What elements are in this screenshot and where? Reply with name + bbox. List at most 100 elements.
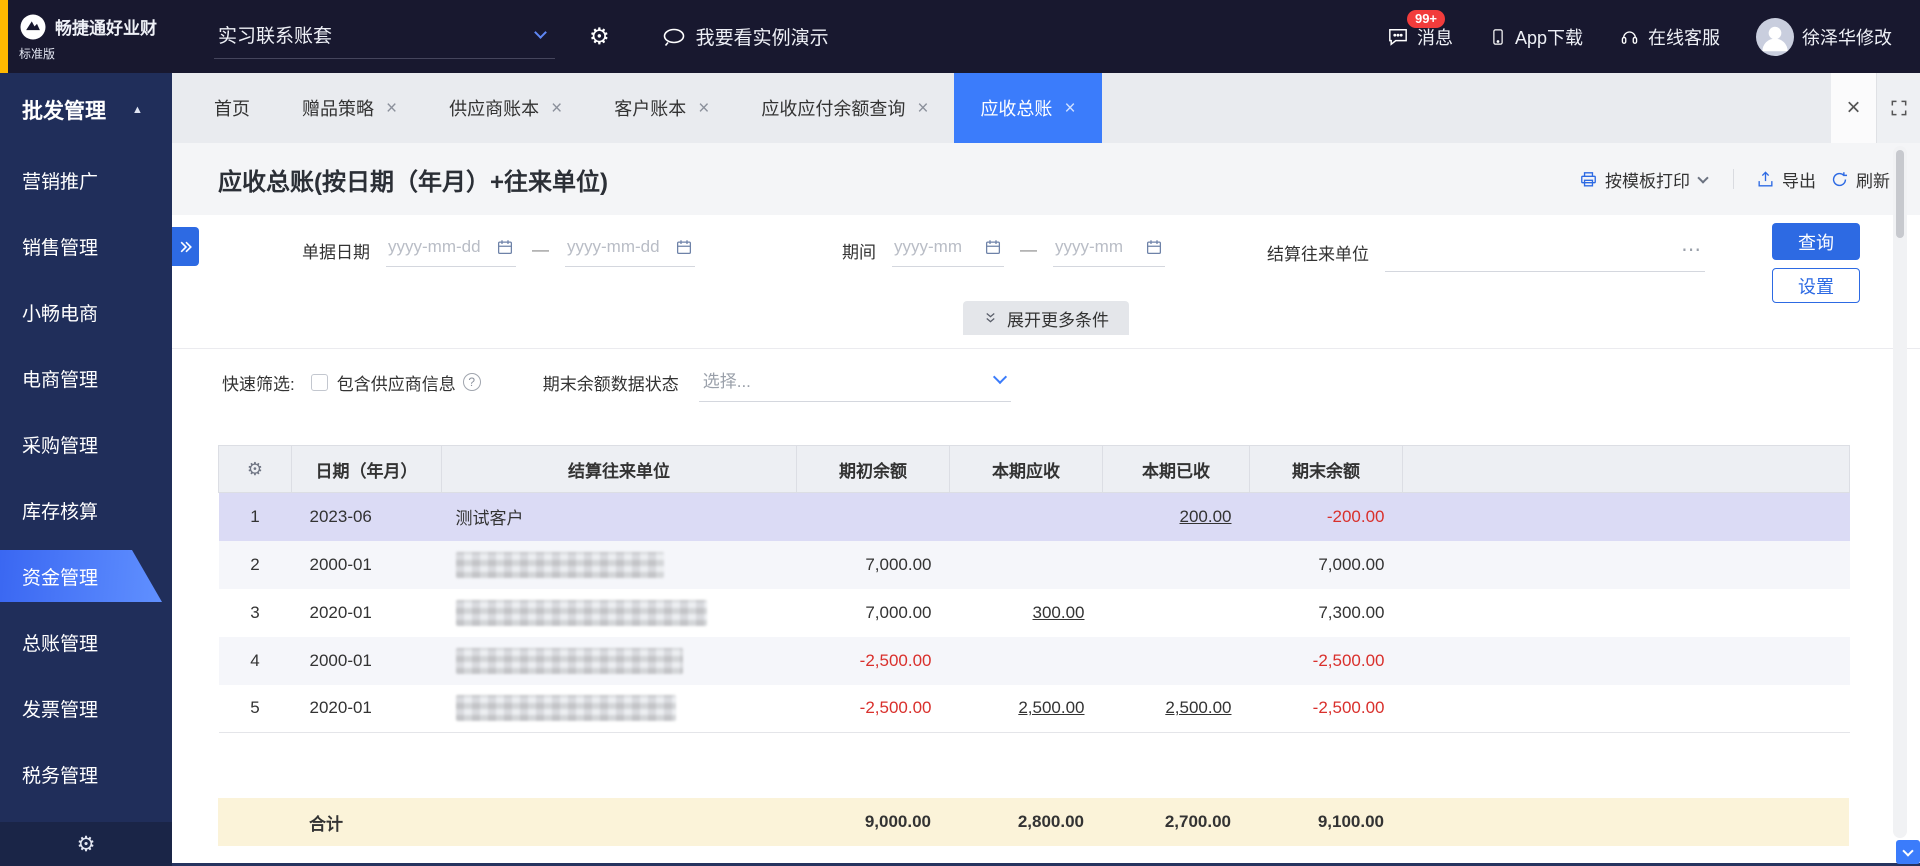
maximize-icon[interactable] (1876, 73, 1920, 143)
close-tab-button[interactable]: × (1831, 73, 1876, 143)
brand-name: 畅捷通好业财 (55, 19, 157, 38)
messages-badge: 99+ (1406, 9, 1446, 28)
sidebar-item-inventory[interactable]: 库存核算 (0, 477, 172, 543)
toolbar-divider (1733, 169, 1734, 189)
drilldown-link[interactable]: 300.00 (1033, 603, 1085, 622)
online-service-button[interactable]: 在线客服 (1619, 24, 1720, 50)
demo-link[interactable]: 我要看实例演示 (662, 23, 829, 50)
redacted-customer-name (455, 647, 683, 674)
sidebar-group-wholesale[interactable]: 批发管理 ▲ (0, 73, 172, 147)
tab-supplier-ledger[interactable]: 供应商账本 × (423, 73, 588, 143)
include-supplier-label: 包含供应商信息 (336, 374, 456, 394)
drilldown-link[interactable]: 200.00 (1180, 507, 1232, 526)
sidebar-item-general-ledger[interactable]: 总账管理 (0, 609, 172, 675)
settlement-unit-label: 结算往来单位 (1267, 245, 1369, 264)
period-range-dash: — (1020, 240, 1037, 259)
scroll-to-bottom-button[interactable] (1896, 840, 1920, 864)
calendar-icon[interactable] (1145, 238, 1163, 256)
balance-status-select[interactable]: 选择... (698, 363, 1011, 402)
sidebar-item-funds[interactable]: 资金管理 (0, 543, 172, 609)
export-label: 导出 (1782, 171, 1816, 191)
title-row: 应收总账(按日期（年月）+往来单位) 按模板打印 导出 刷新 (172, 143, 1920, 215)
calendar-icon[interactable] (984, 238, 1002, 256)
export-button[interactable]: 导出 (1756, 167, 1816, 192)
table-row[interactable]: 4 2000-01 -2,500.00 -2,500.00 (218, 636, 1850, 685)
tab-home[interactable]: 首页 (188, 73, 276, 143)
settings-button[interactable]: 设置 (1772, 268, 1860, 303)
total-row: 合计 9,000.00 2,800.00 2,700.00 9,100.00 (218, 798, 1849, 846)
filter-panel: 单据日期 — 期间 (172, 215, 1920, 349)
print-by-template-button[interactable]: 按模板打印 (1579, 167, 1711, 192)
query-button[interactable]: 查询 (1772, 223, 1860, 260)
collapse-filter-button[interactable] (172, 227, 199, 266)
sidebar-item-sales[interactable]: 销售管理 (0, 213, 172, 279)
total-received: 2,700.00 (1164, 812, 1231, 831)
sidebar-item-invoice[interactable]: 发票管理 (0, 675, 172, 741)
period-from-input[interactable] (894, 237, 976, 257)
sidebar-item-marketing[interactable]: 营销推广 (0, 147, 172, 213)
doc-date-to-input[interactable] (567, 237, 667, 257)
avatar (1756, 17, 1794, 56)
close-icon[interactable]: × (551, 99, 562, 118)
demo-label: 我要看实例演示 (695, 28, 829, 49)
table-row[interactable]: 2 2000-01 7,000.00 7,000.00 (218, 540, 1850, 589)
message-bubble-icon (1387, 27, 1409, 47)
brand: 畅捷通好业财 标准版 (0, 0, 172, 73)
total-closing: 9,100.00 (1317, 812, 1384, 831)
col-header-opening: 期初余额 (796, 445, 950, 493)
col-header-unit: 结算往来单位 (441, 445, 797, 493)
include-supplier-checkbox[interactable] (310, 373, 328, 391)
messages-button[interactable]: 消息 99+ (1387, 9, 1453, 50)
refresh-icon (1830, 170, 1849, 189)
close-icon[interactable]: × (917, 99, 928, 118)
tab-customer-ledger[interactable]: 客户账本 × (588, 73, 735, 143)
sidebar: 批发管理 ▲ 营销推广 销售管理 小畅电商 电商管理 采购管理 库存核算 资金管… (0, 73, 172, 866)
table-row[interactable]: 3 2020-01 7,000.00 300.00 7,300.00 (219, 589, 1850, 637)
account-settings-gear-icon[interactable]: ⚙ (589, 25, 610, 48)
user-menu[interactable]: 徐泽华修改 (1756, 17, 1892, 56)
close-icon[interactable]: × (1064, 99, 1075, 118)
redacted-customer-name (455, 695, 676, 722)
sidebar-settings-gear-icon[interactable]: ⚙ (0, 822, 172, 866)
sidebar-item-tax[interactable]: 税务管理 (0, 741, 172, 807)
calendar-icon[interactable] (675, 238, 693, 256)
doc-date-from-input[interactable] (388, 237, 488, 257)
refresh-label: 刷新 (1856, 171, 1890, 191)
close-icon[interactable]: × (698, 99, 709, 118)
settlement-unit-field[interactable]: ⋯ (1385, 233, 1705, 272)
help-icon[interactable]: ? (462, 373, 481, 391)
close-icon[interactable]: × (386, 99, 397, 118)
tab-ar-ap-balance[interactable]: 应收应付余额查询 × (735, 73, 954, 143)
table-row[interactable]: 1 2023-06 测试客户 200.00 -200.00 (218, 492, 1850, 541)
column-settings-gear-icon[interactable]: ⚙ (247, 459, 263, 479)
period-to-field (1053, 233, 1165, 267)
calendar-icon[interactable] (496, 238, 514, 256)
tab-ar-general-ledger[interactable]: 应收总账 × (954, 73, 1102, 143)
sidebar-item-purchasing[interactable]: 采购管理 (0, 411, 172, 477)
account-selector[interactable]: 实习联系账套 (214, 15, 555, 59)
headset-icon (1619, 27, 1640, 47)
drilldown-link[interactable]: 2,500.00 (1018, 698, 1084, 717)
total-label: 合计 (309, 814, 343, 834)
col-header-receivable: 本期应收 (949, 445, 1103, 493)
drilldown-link[interactable]: 2,500.00 (1165, 698, 1231, 717)
sidebar-item-ecommerce[interactable]: 电商管理 (0, 345, 172, 411)
app-download-button[interactable]: App下载 (1489, 24, 1583, 50)
topbar: 畅捷通好业财 标准版 实习联系账套 ⚙ 我要看实例演示 消息 99+ App下载… (0, 0, 1920, 73)
sidebar-item-xiaochang-ecommerce[interactable]: 小畅电商 (0, 279, 172, 345)
doc-date-from-field (386, 233, 516, 267)
select-placeholder: 选择... (702, 371, 751, 391)
settlement-unit-input[interactable] (1403, 239, 1673, 260)
scrollbar-thumb[interactable] (1896, 150, 1904, 238)
col-header-received: 本期已收 (1102, 445, 1250, 493)
period-to-input[interactable] (1055, 237, 1137, 257)
phone-icon (1489, 26, 1507, 48)
tab-gift-policy[interactable]: 赠品策略 × (276, 73, 423, 143)
expand-more-conditions-button[interactable]: 展开更多条件 (963, 301, 1129, 335)
unit-picker-ellipsis-icon[interactable]: ⋯ (1681, 237, 1703, 262)
vertical-scrollbar[interactable] (1893, 146, 1907, 838)
account-selector-value: 实习联系账套 (218, 25, 333, 47)
refresh-button[interactable]: 刷新 (1830, 167, 1890, 192)
table-row[interactable]: 5 2020-01 -2,500.00 2,500.00 2,500.00 -2… (218, 684, 1850, 733)
chevron-down-icon[interactable] (1697, 171, 1709, 184)
